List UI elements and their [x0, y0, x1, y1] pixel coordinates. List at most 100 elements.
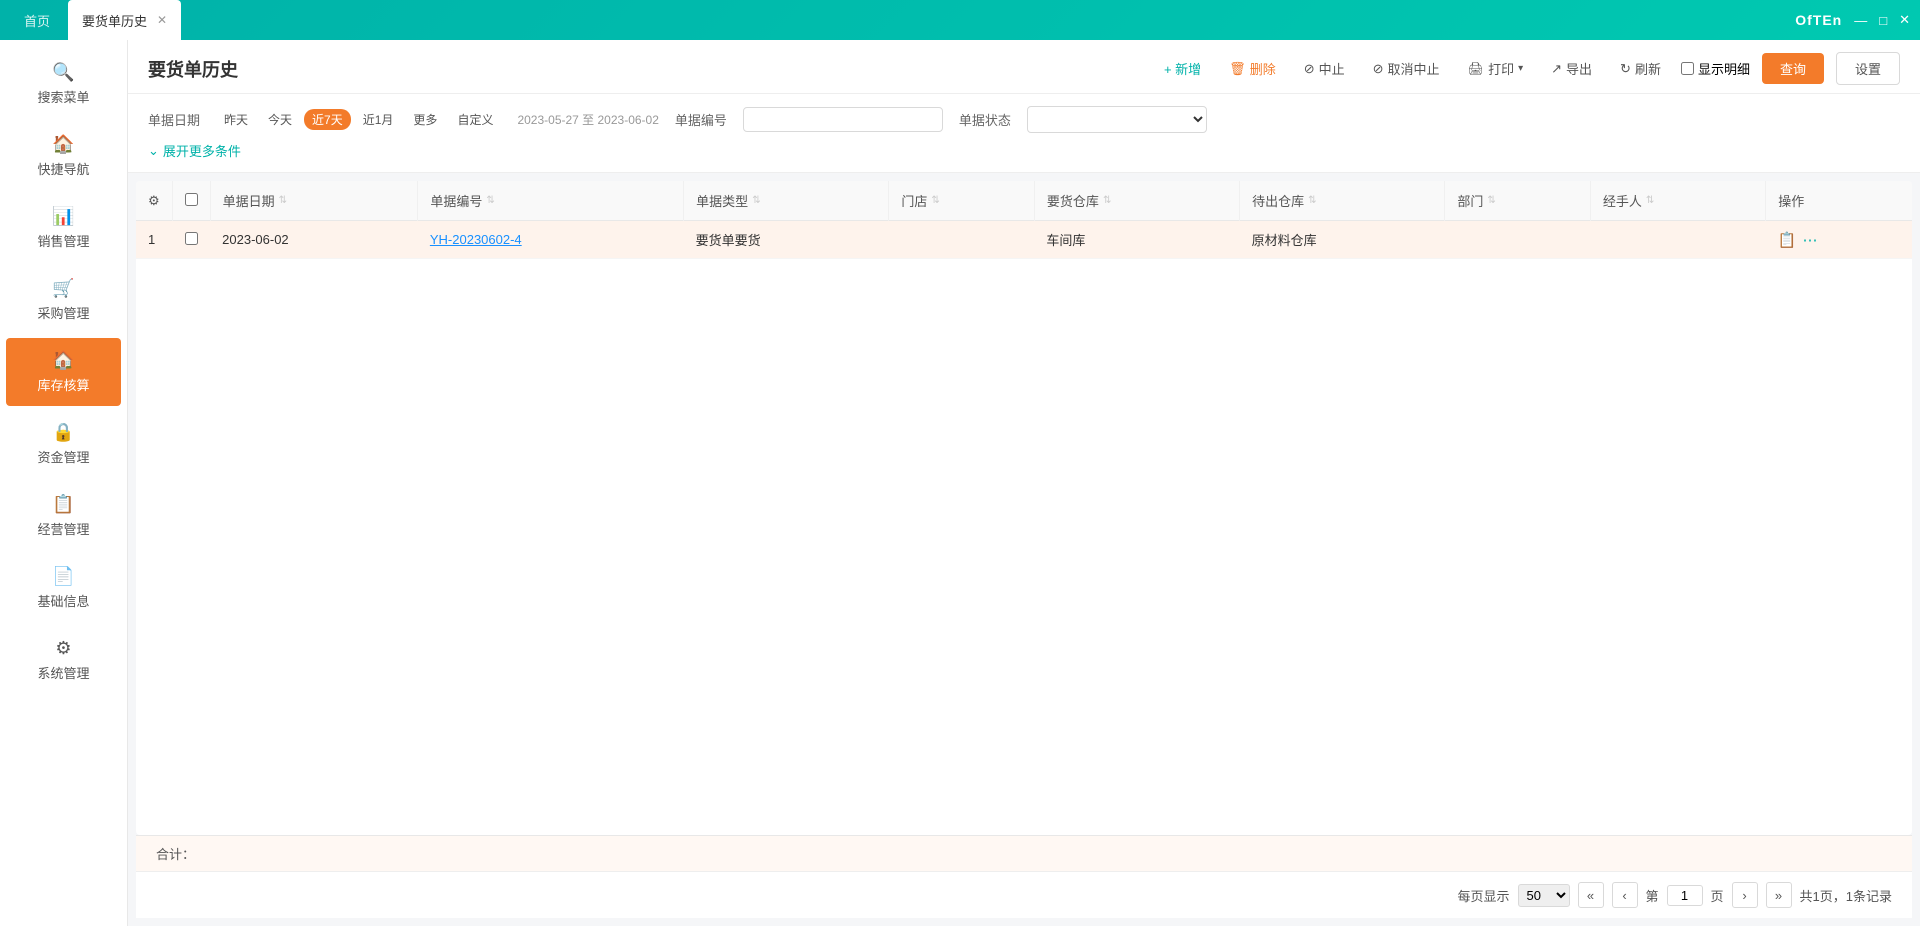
brand-logo: OfTEn — [1795, 12, 1842, 28]
stop-button[interactable]: ⊘ 中止 — [1296, 55, 1353, 82]
row-more-icon[interactable]: ⋯ — [1802, 231, 1817, 249]
sidebar-item-system[interactable]: ⚙ 系统管理 — [6, 626, 121, 694]
date-tab-more[interactable]: 更多 — [405, 109, 445, 130]
date-tab-custom[interactable]: 自定义 — [449, 109, 501, 130]
print-button[interactable]: 🖨 打印 ▾ — [1460, 55, 1532, 82]
print-icon: 🖨 — [1468, 61, 1485, 77]
operations-icon: 📋 — [52, 494, 74, 515]
order-no-label: 单据编号 — [675, 110, 727, 129]
status-label: 单据状态 — [959, 110, 1011, 129]
cell-store — [889, 221, 1035, 259]
date-filter-label: 单据日期 — [148, 110, 200, 129]
delete-button[interactable]: 🗑 删除 — [1221, 55, 1284, 82]
top-bar: 首页 要货单历史 ✕ OfTEn — □ ✕ — [0, 0, 1920, 40]
page-number-input[interactable] — [1667, 885, 1703, 906]
sidebar-item-operations[interactable]: 📋 经营管理 — [6, 482, 121, 550]
sidebar-item-basic-info[interactable]: 📄 基础信息 — [6, 554, 121, 622]
stop-icon: ⊘ — [1304, 61, 1315, 77]
table-row: 1 2023-06-02 YH-20230602-4 要货单要货 车间库 原材料… — [136, 221, 1912, 259]
sidebar-item-quick-nav[interactable]: 🏠 快捷导航 — [6, 122, 121, 190]
next-page-btn[interactable]: › — [1732, 882, 1758, 908]
th-req-warehouse[interactable]: 要货仓库 ⇅ — [1034, 181, 1239, 221]
filter-row-1: 单据日期 昨天 今天 近7天 近1月 更多 自定义 2023-05-27 至 2… — [148, 106, 1900, 133]
basic-info-icon: 📄 — [52, 566, 74, 587]
finance-icon: 🔒 — [52, 422, 74, 443]
th-dept[interactable]: 部门 ⇅ — [1445, 181, 1591, 221]
order-no-input[interactable] — [743, 107, 943, 132]
window-close-btn[interactable]: ✕ — [1899, 12, 1910, 28]
sales-icon: 📊 — [52, 206, 74, 227]
delete-icon: 🗑 — [1229, 61, 1246, 77]
filter-area: 单据日期 昨天 今天 近7天 近1月 更多 自定义 2023-05-27 至 2… — [128, 94, 1920, 173]
cell-dept — [1445, 221, 1591, 259]
summary-row: 合计： — [136, 835, 1912, 871]
th-no[interactable]: 单据编号 ⇅ — [418, 181, 684, 221]
prev-page-btn[interactable]: ‹ — [1612, 882, 1638, 908]
page-label: 第 — [1646, 886, 1659, 905]
date-tab-today[interactable]: 今天 — [260, 109, 300, 130]
cell-req-warehouse: 车间库 — [1034, 221, 1239, 259]
th-type[interactable]: 单据类型 ⇅ — [684, 181, 889, 221]
tab-close-icon[interactable]: ✕ — [157, 13, 167, 27]
th-pending-warehouse[interactable]: 待出仓库 ⇅ — [1240, 181, 1445, 221]
page-suffix: 页 — [1711, 886, 1724, 905]
pagination: 每页显示 50 20 100 « ‹ 第 页 › » 共1页，1条记录 — [136, 871, 1912, 918]
cell-pending-warehouse: 原材料仓库 — [1240, 221, 1445, 259]
sort-dept-icon: ⇅ — [1487, 195, 1495, 206]
tab-home[interactable]: 首页 — [10, 0, 64, 40]
cancel-stop-icon: ⊘ — [1373, 61, 1384, 77]
inventory-icon: 🏠 — [52, 350, 74, 371]
expand-more-btn[interactable]: ⌄ 展开更多条件 — [148, 141, 1900, 160]
table-body: 1 2023-06-02 YH-20230602-4 要货单要货 车间库 原材料… — [136, 221, 1912, 259]
cell-date: 2023-06-02 — [210, 221, 418, 259]
refresh-button[interactable]: ↻ 刷新 — [1612, 55, 1669, 82]
window-maximize-btn[interactable]: □ — [1879, 13, 1887, 28]
system-icon: ⚙ — [55, 638, 71, 659]
expand-chevron-icon: ⌄ — [148, 143, 159, 159]
sidebar-item-purchase[interactable]: 🛒 采购管理 — [6, 266, 121, 334]
sidebar-item-finance[interactable]: 🔒 资金管理 — [6, 410, 121, 478]
row-edit-icon[interactable]: 📋 — [1778, 231, 1797, 249]
date-tab-yesterday[interactable]: 昨天 — [216, 109, 256, 130]
sort-pending-wh-icon: ⇅ — [1308, 195, 1316, 206]
row-checkbox[interactable] — [185, 232, 198, 245]
window-minimize-btn[interactable]: — — [1854, 13, 1867, 28]
sidebar-item-sales[interactable]: 📊 销售管理 — [6, 194, 121, 262]
search-menu-icon: 🔍 — [52, 62, 74, 83]
status-select[interactable] — [1027, 106, 1207, 133]
first-page-btn[interactable]: « — [1578, 882, 1604, 908]
query-button[interactable]: 查询 — [1762, 53, 1824, 84]
export-icon: ↗ — [1551, 61, 1562, 77]
date-tab-7days[interactable]: 近7天 — [304, 109, 351, 130]
display-detail-checkbox[interactable] — [1681, 62, 1694, 75]
cell-checkbox — [172, 221, 210, 259]
last-page-btn[interactable]: » — [1766, 882, 1792, 908]
cancel-stop-button[interactable]: ⊘ 取消中止 — [1365, 55, 1448, 82]
new-button[interactable]: + 新增 — [1156, 55, 1209, 82]
sidebar: 🔍 搜索菜单 🏠 快捷导航 📊 销售管理 🛒 采购管理 🏠 库存核算 🔒 资金管… — [0, 40, 128, 926]
cell-no[interactable]: YH-20230602-4 — [418, 221, 684, 259]
page-header: 要货单历史 + 新增 🗑 删除 ⊘ 中止 ⊘ 取消中止 🖨 — [128, 40, 1920, 94]
sidebar-item-search-menu[interactable]: 🔍 搜索菜单 — [6, 50, 121, 118]
date-tab-1month[interactable]: 近1月 — [355, 109, 402, 130]
export-button[interactable]: ↗ 导出 — [1543, 55, 1600, 82]
th-handler[interactable]: 经手人 ⇅ — [1590, 181, 1765, 221]
tab-requisition-history[interactable]: 要货单历史 ✕ — [68, 0, 181, 40]
date-range-display: 2023-05-27 至 2023-06-02 — [517, 111, 658, 128]
th-date[interactable]: 单据日期 ⇅ — [210, 181, 418, 221]
th-store[interactable]: 门店 ⇅ — [889, 181, 1035, 221]
purchase-icon: 🛒 — [52, 278, 74, 299]
refresh-icon: ↻ — [1620, 61, 1631, 77]
select-all-checkbox[interactable] — [185, 193, 198, 206]
sidebar-item-inventory[interactable]: 🏠 库存核算 — [6, 338, 121, 406]
cell-type: 要货单要货 — [684, 221, 889, 259]
table-area: ⚙ 单据日期 ⇅ 单据编号 — [136, 181, 1912, 835]
sort-handler-icon: ⇅ — [1646, 195, 1654, 206]
settings-icon[interactable]: ⚙ — [148, 193, 160, 208]
th-checkbox — [172, 181, 210, 221]
per-page-select[interactable]: 50 20 100 — [1518, 884, 1570, 907]
date-tabs: 昨天 今天 近7天 近1月 更多 自定义 — [216, 109, 501, 130]
settings-button[interactable]: 设置 — [1836, 52, 1900, 85]
display-detail-toggle[interactable]: 显示明细 — [1681, 59, 1750, 78]
page-title: 要货单历史 — [148, 56, 238, 82]
